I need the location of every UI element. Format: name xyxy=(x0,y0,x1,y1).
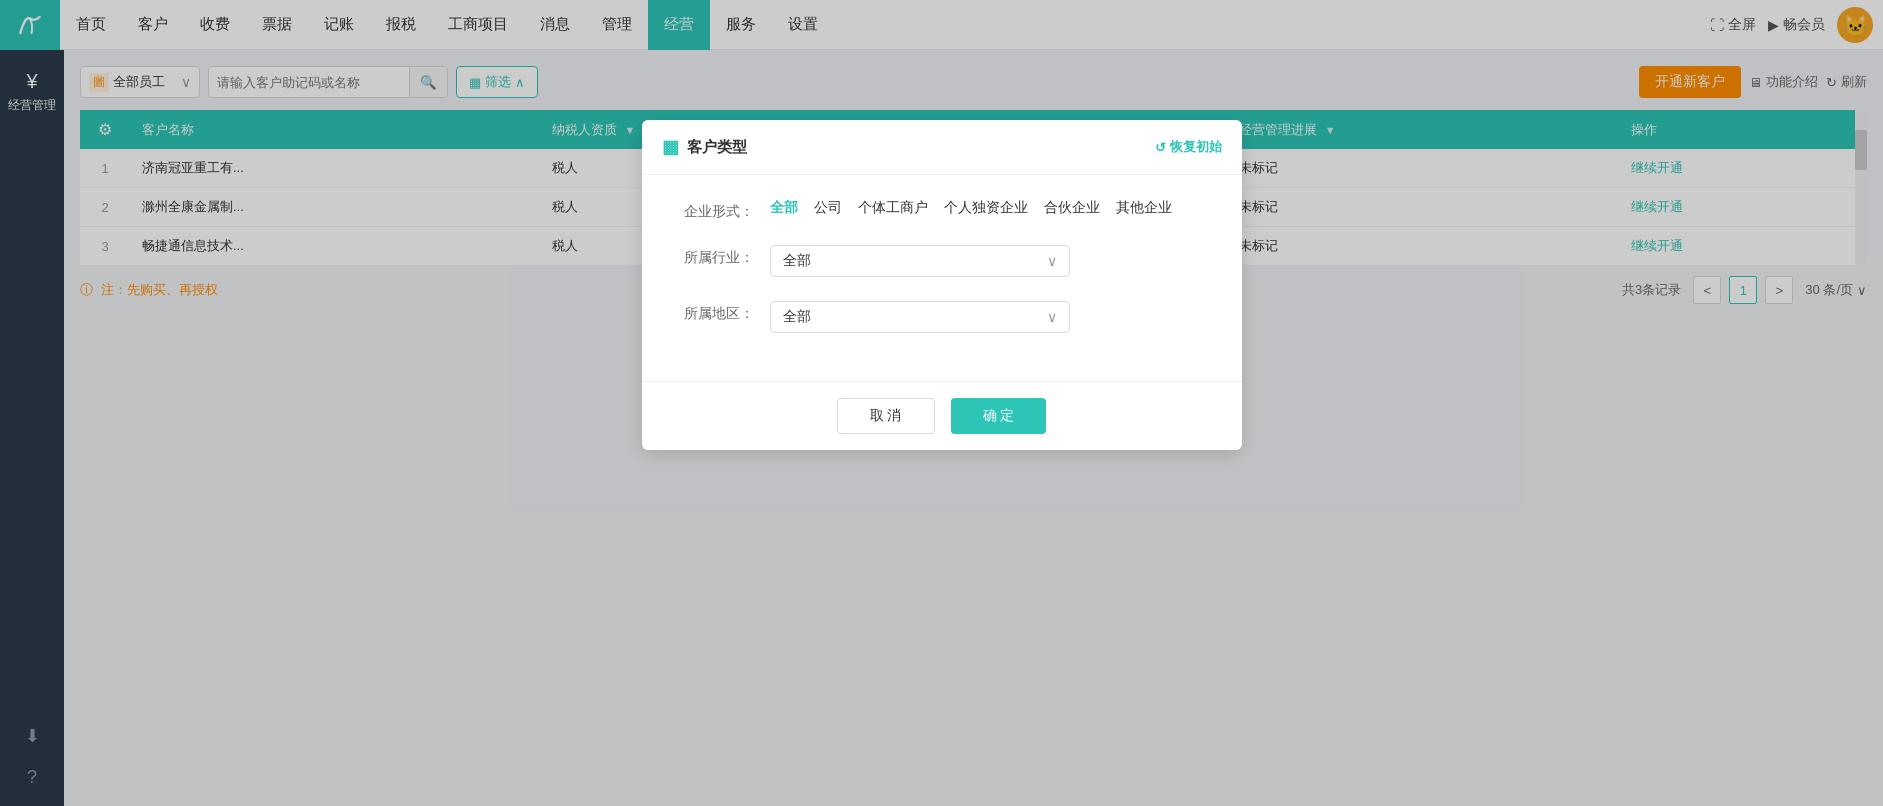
enterprise-option-合伙企业[interactable]: 合伙企业 xyxy=(1044,199,1100,217)
restore-btn[interactable]: ↺ 恢复初始 xyxy=(1155,138,1222,156)
region-select[interactable]: 全部 ∨ xyxy=(770,301,1070,333)
enterprise-option-其他企业[interactable]: 其他企业 xyxy=(1116,199,1172,217)
filter-modal: ▦ 客户类型 ↺ 恢复初始 企业形式： 全部公司个体工商户个人独资企业合伙企业其… xyxy=(642,120,1242,450)
industry-row: 所属行业： 全部 ∨ xyxy=(674,245,1210,277)
industry-select[interactable]: 全部 ∨ xyxy=(770,245,1070,277)
cancel-button[interactable]: 取 消 xyxy=(837,398,935,434)
region-select-value: 全部 xyxy=(783,308,811,326)
enterprise-option-全部[interactable]: 全部 xyxy=(770,199,798,217)
industry-value: 全部 ∨ xyxy=(770,245,1210,277)
industry-arrow-icon: ∨ xyxy=(1047,253,1057,269)
enterprise-options: 全部公司个体工商户个人独资企业合伙企业其他企业 xyxy=(770,199,1210,217)
restore-icon: ↺ xyxy=(1155,140,1166,155)
modal-title: 客户类型 xyxy=(687,138,747,157)
modal-type-icon: ▦ xyxy=(662,136,679,158)
enterprise-option-个人独资企业[interactable]: 个人独资企业 xyxy=(944,199,1028,217)
region-row: 所属地区： 全部 ∨ xyxy=(674,301,1210,333)
enterprise-form-label: 企业形式： xyxy=(674,199,754,221)
modal-header-left: ▦ 客户类型 xyxy=(662,136,747,158)
region-label: 所属地区： xyxy=(674,301,754,323)
modal-footer: 取 消 确 定 xyxy=(642,381,1242,450)
region-arrow-icon: ∨ xyxy=(1047,309,1057,325)
industry-select-value: 全部 xyxy=(783,252,811,270)
modal-header: ▦ 客户类型 ↺ 恢复初始 xyxy=(642,120,1242,175)
modal-overlay: ▦ 客户类型 ↺ 恢复初始 企业形式： 全部公司个体工商户个人独资企业合伙企业其… xyxy=(0,0,1883,806)
confirm-button[interactable]: 确 定 xyxy=(951,398,1047,434)
industry-label: 所属行业： xyxy=(674,245,754,267)
enterprise-option-公司[interactable]: 公司 xyxy=(814,199,842,217)
enterprise-option-个体工商户[interactable]: 个体工商户 xyxy=(858,199,928,217)
modal-body: 企业形式： 全部公司个体工商户个人独资企业合伙企业其他企业 所属行业： 全部 ∨… xyxy=(642,175,1242,381)
restore-label: 恢复初始 xyxy=(1170,138,1222,156)
enterprise-form-row: 企业形式： 全部公司个体工商户个人独资企业合伙企业其他企业 xyxy=(674,199,1210,221)
region-value: 全部 ∨ xyxy=(770,301,1210,333)
